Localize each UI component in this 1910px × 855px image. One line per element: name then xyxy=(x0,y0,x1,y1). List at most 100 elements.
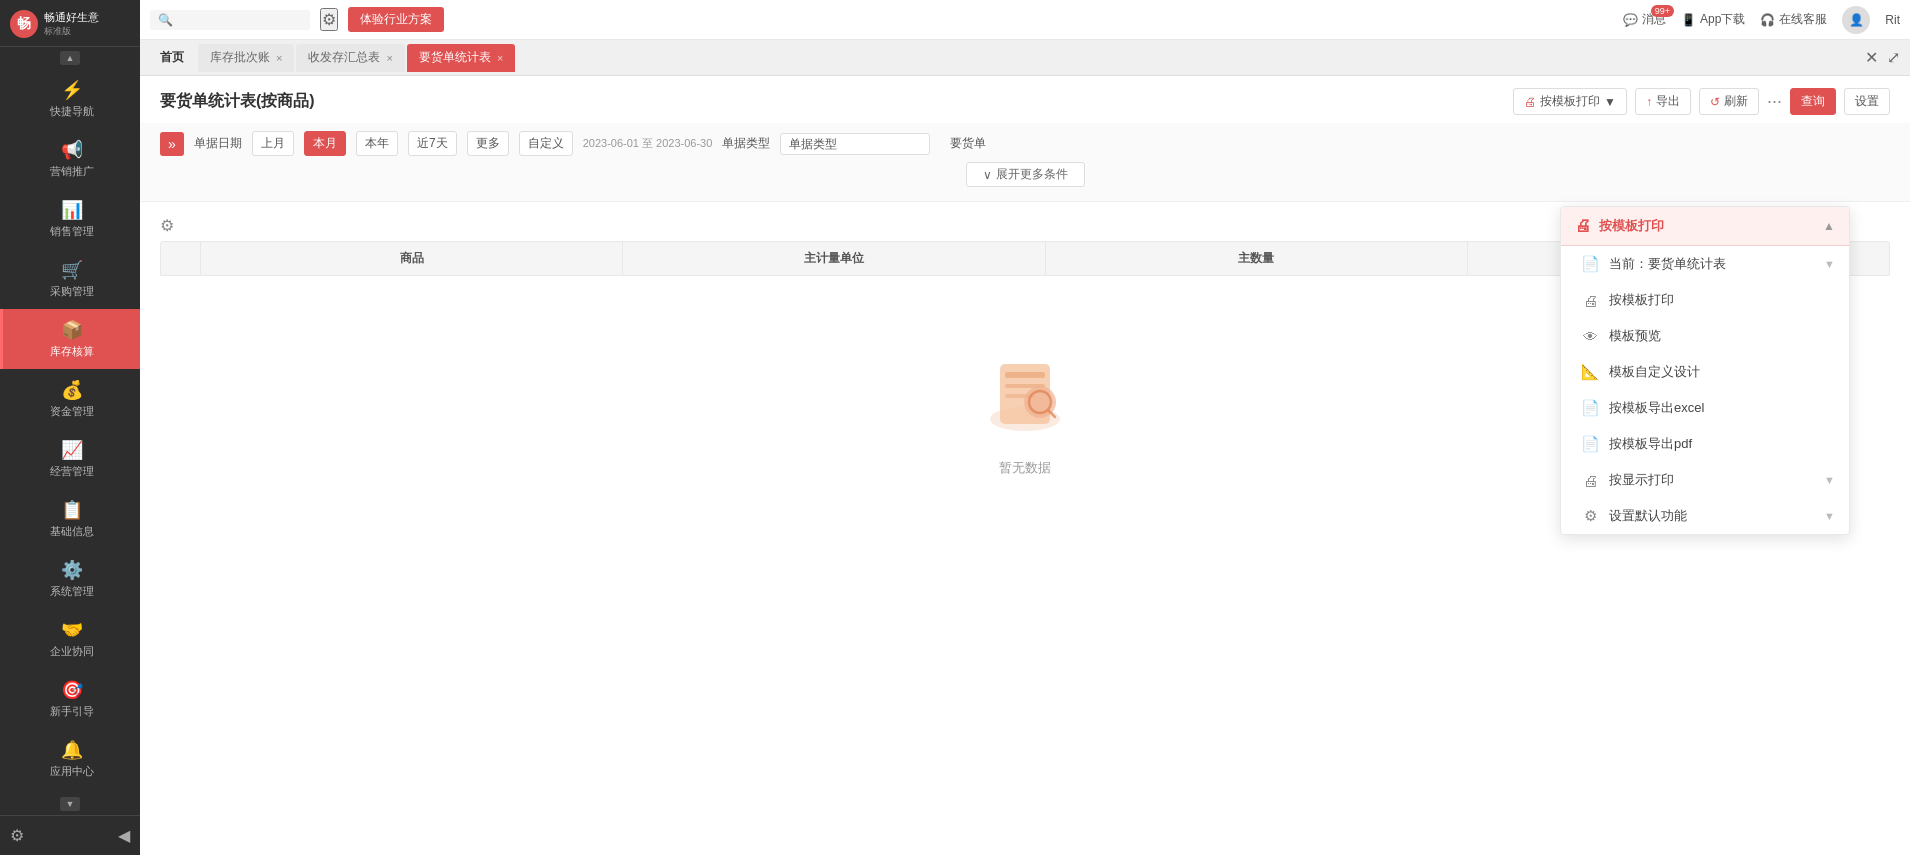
gear-btn[interactable]: ⚙ xyxy=(320,8,338,31)
template-icon: 📄 xyxy=(1581,255,1599,273)
refresh-icon: ↺ xyxy=(1710,95,1720,109)
page-actions: 🖨 按模板打印 ▼ ↑ 导出 ↺ 刷新 ··· 查询 设置 xyxy=(1513,88,1890,115)
sidebar-item-appstore[interactable]: 🔔 应用中心 xyxy=(0,729,140,789)
page-content: 要货单统计表(按商品) 🖨 按模板打印 ▼ ↑ 导出 ↺ 刷新 xyxy=(140,76,1910,855)
sidebar-item-quicknav[interactable]: ⚡ 快捷导航 xyxy=(0,69,140,129)
page-title: 要货单统计表(按商品) xyxy=(160,91,315,112)
date-custom-btn[interactable]: 自定义 xyxy=(519,131,573,156)
dropdown-item-template-preview[interactable]: 👁 模板预览 xyxy=(1561,318,1849,354)
template-print-icon: 🖨 xyxy=(1581,292,1599,309)
tab-order-stats[interactable]: 要货单统计表 × xyxy=(407,44,515,72)
filter-collapse-btn[interactable]: » xyxy=(160,132,184,156)
download-icon: 📱 xyxy=(1681,13,1696,27)
messages-badge: 99+ xyxy=(1651,5,1674,17)
service-icon: 🎧 xyxy=(1760,13,1775,27)
empty-icon xyxy=(975,344,1075,444)
sidebar-item-sales[interactable]: 📊 销售管理 xyxy=(0,189,140,249)
tab-close-collection[interactable]: × xyxy=(386,52,392,64)
template-custom-icon: 📐 xyxy=(1581,363,1599,381)
date-7days-btn[interactable]: 近7天 xyxy=(408,131,457,156)
dropdown-item-template-custom[interactable]: 📐 模板自定义设计 xyxy=(1561,354,1849,390)
online-service-btn[interactable]: 🎧 在线客服 xyxy=(1760,11,1827,28)
newbie-icon: 🎯 xyxy=(61,679,83,701)
sidebar-bottom: ⚙ ◀ xyxy=(0,815,140,855)
set-default-icon: ⚙ xyxy=(1581,507,1599,525)
dropdown-item-current-template[interactable]: 📄 当前：要货单统计表 ▼ xyxy=(1561,246,1849,282)
top-search-box[interactable]: 🔍 xyxy=(150,10,310,30)
purchase-icon: 🛒 xyxy=(61,259,83,281)
date-more-btn[interactable]: 更多 xyxy=(467,131,509,156)
chevron-down-icon: ▼ xyxy=(1604,95,1616,109)
tab-close-all-btn[interactable]: ✕ xyxy=(1863,46,1880,69)
quicknav-icon: ⚡ xyxy=(61,79,83,101)
filter-bar: » 单据日期 上月 本月 本年 近7天 更多 自定义 2023-06-01 至 … xyxy=(140,123,1910,202)
order-cat-label: 要货单 xyxy=(950,135,986,152)
search-icon: 🔍 xyxy=(158,13,173,27)
doctype-select[interactable]: 单据类型 xyxy=(780,133,930,155)
sidebar-settings-btn[interactable]: ⚙ xyxy=(10,826,24,845)
dropdown-item-template-print[interactable]: 🖨 按模板打印 xyxy=(1561,282,1849,318)
print-dropdown: 🖨 按模板打印 ▲ 📄 当前：要货单统计表 ▼ 🖨 按模板打印 👁 模板预 xyxy=(1560,206,1850,535)
tab-collection-summary[interactable]: 收发存汇总表 × xyxy=(296,44,404,72)
sidebar-item-marketing[interactable]: 📢 营销推广 xyxy=(0,129,140,189)
th-product: 商品 xyxy=(201,242,623,275)
scroll-down-btn[interactable]: ▼ xyxy=(60,797,80,811)
tab-inventory-batch[interactable]: 库存批次账 × xyxy=(198,44,294,72)
scroll-up-btn[interactable]: ▲ xyxy=(60,51,80,65)
sidebar-item-operation[interactable]: 📈 经营管理 xyxy=(0,429,140,489)
sidebar-scroll-down-area: ▼ xyxy=(0,793,140,815)
export-btn[interactable]: ↑ 导出 xyxy=(1635,88,1691,115)
th-unit: 主计量单位 xyxy=(623,242,1045,275)
tab-close-inventory-batch[interactable]: × xyxy=(276,52,282,64)
dropdown-item-template-excel[interactable]: 📄 按模板导出excel xyxy=(1561,390,1849,426)
sidebar-item-purchase[interactable]: 🛒 采购管理 xyxy=(0,249,140,309)
date-range: 2023-06-01 至 2023-06-30 xyxy=(583,136,713,151)
sidebar-item-inventory[interactable]: 📦 库存核算 xyxy=(0,309,140,369)
template-preview-icon: 👁 xyxy=(1581,328,1599,345)
date-label: 单据日期 xyxy=(194,135,242,152)
set-default-arrow: ▼ xyxy=(1824,510,1835,522)
sidebar-item-system[interactable]: ⚙️ 系统管理 xyxy=(0,549,140,609)
print-dropdown-icon: 🖨 xyxy=(1575,217,1591,235)
logo-icon: 畅 xyxy=(10,10,38,38)
username: Rit xyxy=(1885,13,1900,27)
trial-btn[interactable]: 体验行业方案 xyxy=(348,7,444,32)
filter-separator: ∨ 展开更多条件 xyxy=(160,156,1890,193)
dropdown-item-display-print[interactable]: 🖨 按显示打印 ▼ xyxy=(1561,462,1849,498)
tab-maximize-btn[interactable]: ⤢ xyxy=(1885,46,1902,69)
finance-icon: 💰 xyxy=(61,379,83,401)
tab-home[interactable]: 首页 xyxy=(148,44,196,72)
print-btn[interactable]: 🖨 按模板打印 ▼ xyxy=(1513,88,1627,115)
date-current-month-btn[interactable]: 本月 xyxy=(304,131,346,156)
query-btn[interactable]: 查询 xyxy=(1790,88,1836,115)
sidebar-nav: ⚡ 快捷导航 📢 营销推广 📊 销售管理 🛒 采购管理 📦 库存核算 💰 xyxy=(0,69,140,793)
sidebar-item-basic[interactable]: 📋 基础信息 xyxy=(0,489,140,549)
appstore-icon: 🔔 xyxy=(61,739,83,761)
tab-close-order-stats[interactable]: × xyxy=(497,52,503,64)
messages-btn[interactable]: 💬 消息 99+ xyxy=(1623,11,1666,28)
display-print-arrow: ▼ xyxy=(1824,474,1835,486)
sidebar-item-collab[interactable]: 🤝 企业协同 xyxy=(0,609,140,669)
expand-conditions-btn[interactable]: ∨ 展开更多条件 xyxy=(966,162,1085,187)
operation-icon: 📈 xyxy=(61,439,83,461)
sidebar-scroll-up-area: ▲ xyxy=(0,47,140,69)
dropdown-collapse-icon[interactable]: ▲ xyxy=(1823,219,1835,233)
sales-icon: 📊 xyxy=(61,199,83,221)
dropdown-item-template-pdf[interactable]: 📄 按模板导出pdf xyxy=(1561,426,1849,462)
th-checkbox xyxy=(161,242,201,275)
date-last-month-btn[interactable]: 上月 xyxy=(252,131,294,156)
search-input[interactable] xyxy=(178,13,302,27)
refresh-btn[interactable]: ↺ 刷新 xyxy=(1699,88,1759,115)
sidebar-item-finance[interactable]: 💰 资金管理 xyxy=(0,369,140,429)
settings-btn[interactable]: 设置 xyxy=(1844,88,1890,115)
more-options-icon[interactable]: ··· xyxy=(1767,91,1782,112)
table-settings-icon[interactable]: ⚙ xyxy=(160,216,174,235)
date-current-year-btn[interactable]: 本年 xyxy=(356,131,398,156)
doctype-label: 单据类型 xyxy=(722,135,770,152)
sidebar-collapse-btn[interactable]: ◀ xyxy=(118,826,130,845)
dropdown-item-set-default[interactable]: ⚙ 设置默认功能 ▼ xyxy=(1561,498,1849,534)
sidebar-item-newbie[interactable]: 🎯 新手引导 xyxy=(0,669,140,729)
export-icon: ↑ xyxy=(1646,95,1652,109)
user-avatar[interactable]: 👤 xyxy=(1842,6,1870,34)
app-download-btn[interactable]: 📱 App下载 xyxy=(1681,11,1745,28)
